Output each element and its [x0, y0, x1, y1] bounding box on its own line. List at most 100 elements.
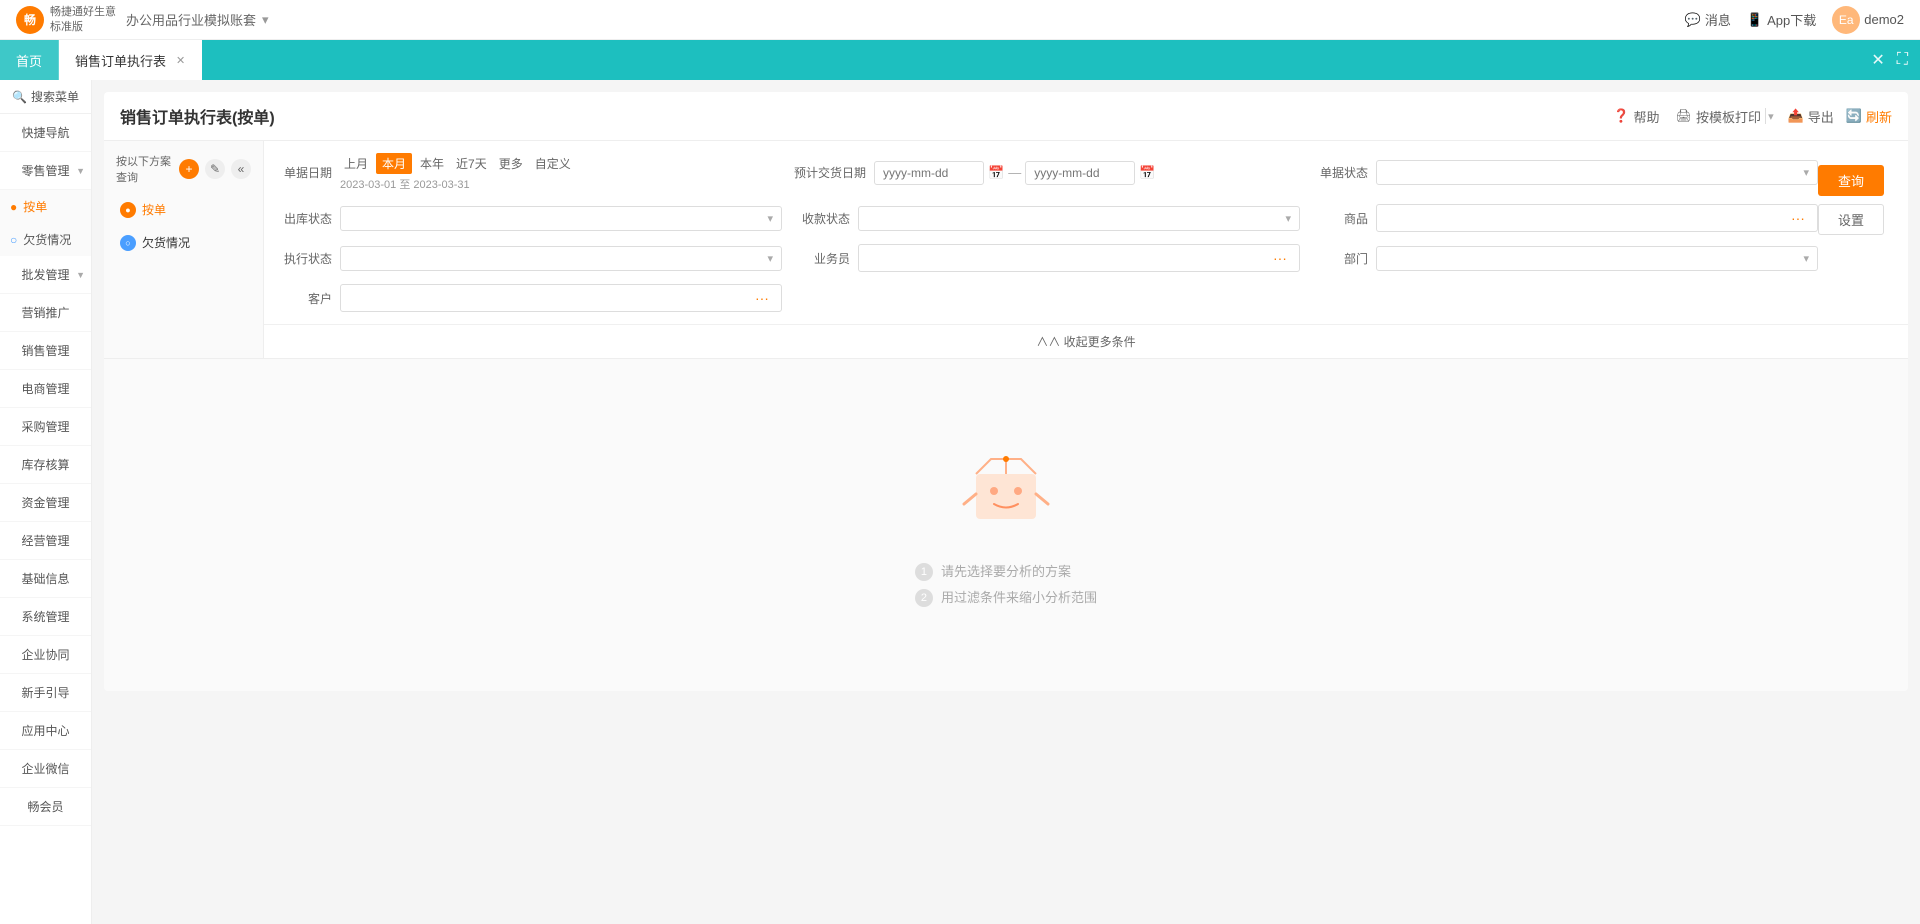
- filter-rows: 单据日期 上月 本月 本年 近7天 更多 自定义: [276, 153, 1818, 324]
- top-bar: 畅 畅捷通好生意 标准版 办公用品行业模拟账套 ▾ 💬 消息 📱 App下载 E…: [0, 0, 1920, 40]
- empty-illustration: [956, 439, 1056, 539]
- customer-more-icon[interactable]: ···: [751, 290, 773, 306]
- tab-home-label: 首页: [16, 51, 42, 70]
- sidebar-item-retail[interactable]: 零售管理: [0, 152, 91, 190]
- shipment-label: 出库状态: [276, 210, 332, 227]
- search-menu-item[interactable]: 🔍 搜索菜单: [0, 80, 91, 114]
- sidebar-item-newcomer[interactable]: 新手引导: [0, 674, 91, 712]
- cal-from-icon[interactable]: 📅: [988, 165, 1004, 181]
- print-icon: 🖨: [1676, 108, 1693, 124]
- sidebar-item-ecommerce[interactable]: 电商管理: [0, 370, 91, 408]
- dept-select[interactable]: ▾: [1376, 246, 1818, 271]
- dept-arrow-icon: ▾: [1803, 252, 1809, 265]
- exec-label: 执行状态: [276, 250, 332, 267]
- collapse-row[interactable]: ∧∧ 收起更多条件: [264, 324, 1908, 358]
- tab-close-icon[interactable]: ✕: [176, 54, 185, 67]
- export-button[interactable]: 📤 导出: [1788, 107, 1834, 126]
- payment-select[interactable]: ▾: [858, 206, 1300, 231]
- tab-home[interactable]: 首页: [0, 40, 59, 80]
- salesperson-more-icon[interactable]: ···: [1269, 250, 1291, 266]
- expected-date-label: 预计交货日期: [794, 164, 866, 181]
- date-tab-7days[interactable]: 近7天: [452, 153, 491, 174]
- empty-state-wrapper: 1 请先选择要分析的方案 2 用过滤条件来缩小分析范围: [104, 358, 1908, 691]
- scheme-debt-icon: ○: [120, 235, 136, 251]
- sidebar-item-enterprise[interactable]: 企业协同: [0, 636, 91, 674]
- scheme-item-debt[interactable]: ○ 欠货情况: [104, 226, 263, 259]
- user-avatar[interactable]: Ea demo2: [1832, 6, 1904, 34]
- filter-customer: 客户 ···: [276, 284, 782, 312]
- sidebar-sub-item-order[interactable]: ● 按单: [0, 190, 91, 223]
- expected-date-from-input[interactable]: [874, 161, 984, 185]
- sidebar-item-basic[interactable]: 基础信息: [0, 560, 91, 598]
- tab-sales-order-exec[interactable]: 销售订单执行表 ✕: [59, 40, 202, 80]
- product-more-icon[interactable]: ···: [1787, 210, 1809, 226]
- sidebar-item-inventory[interactable]: 库存核算: [0, 446, 91, 484]
- filter-payment: 收款状态 ▾: [794, 206, 1300, 231]
- sidebar-item-wholesale[interactable]: 批发管理: [0, 256, 91, 294]
- exec-arrow-icon: ▾: [767, 252, 773, 265]
- shipment-select[interactable]: ▾: [340, 206, 782, 231]
- date-tab-more[interactable]: 更多: [495, 153, 527, 174]
- filter-shipment: 出库状态 ▾: [276, 206, 782, 231]
- fullscreen-icon[interactable]: ⛶: [1897, 51, 1908, 69]
- sidebar-item-operation[interactable]: 经营管理: [0, 522, 91, 560]
- expected-date-to-input[interactable]: [1025, 161, 1135, 185]
- debt-icon: ○: [10, 233, 17, 247]
- query-button[interactable]: 查询: [1818, 165, 1884, 196]
- doc-status-select[interactable]: ▾: [1376, 160, 1818, 185]
- filter-rows-wrap: 单据日期 上月 本月 本年 近7天 更多 自定义: [264, 141, 1908, 324]
- tab-bar: 首页 销售订单执行表 ✕ ✕ ⛶: [0, 40, 1920, 80]
- print-dropdown-arrow[interactable]: ▾: [1765, 108, 1776, 124]
- date-label: 单据日期: [276, 164, 332, 181]
- date-tab-custom[interactable]: 自定义: [531, 153, 575, 174]
- app-download-button[interactable]: 📱 App下载: [1747, 10, 1816, 29]
- filter-product: 商品 ···: [1312, 204, 1818, 232]
- doc-status-label: 单据状态: [1312, 164, 1368, 181]
- collapse-scheme-icon[interactable]: «: [231, 159, 251, 179]
- logo-area: 畅 畅捷通好生意 标准版: [16, 5, 116, 34]
- breadcrumb: 办公用品行业模拟账套 ▾: [126, 10, 269, 29]
- sidebar-item-marketing[interactable]: 营销推广: [0, 294, 91, 332]
- print-button[interactable]: 🖨 按模板打印: [1672, 107, 1766, 126]
- sidebar-item-sales[interactable]: 销售管理: [0, 332, 91, 370]
- content-area: 销售订单执行表(按单) ❓ 帮助 🖨 按模板打印 ▾ 📤: [92, 80, 1920, 924]
- sidebar-item-finance[interactable]: 资金管理: [0, 484, 91, 522]
- edit-scheme-icon[interactable]: ✎: [205, 159, 225, 179]
- sidebar-item-quicknav[interactable]: 快捷导航: [0, 114, 91, 152]
- filter-row-2: 出库状态 ▾ 收款状态: [276, 204, 1818, 232]
- date-tab-this-month[interactable]: 本月: [376, 153, 412, 174]
- avatar: Ea: [1832, 6, 1860, 34]
- salesperson-select[interactable]: ···: [858, 244, 1300, 272]
- sidebar-item-member[interactable]: 畅会员: [0, 788, 91, 826]
- customer-select[interactable]: ···: [340, 284, 782, 312]
- refresh-button[interactable]: 🔄 刷新: [1846, 107, 1892, 126]
- filter-row-4: 客户 ···: [276, 284, 1818, 312]
- settings-button[interactable]: 设置: [1818, 204, 1884, 235]
- filter-exec-status: 执行状态 ▾: [276, 246, 782, 271]
- page-header-actions: ❓ 帮助 🖨 按模板打印 ▾ 📤 导出: [1613, 107, 1892, 126]
- help-button[interactable]: ❓ 帮助: [1613, 107, 1659, 126]
- exec-status-select[interactable]: ▾: [340, 246, 782, 271]
- product-select[interactable]: ···: [1376, 204, 1818, 232]
- sidebar-item-system[interactable]: 系统管理: [0, 598, 91, 636]
- close-tab-icon[interactable]: ✕: [1871, 50, 1884, 70]
- scheme-item-order[interactable]: ● 按单: [104, 193, 263, 226]
- sidebar-item-appcenter[interactable]: 应用中心: [0, 712, 91, 750]
- filter-row-1: 单据日期 上月 本月 本年 近7天 更多 自定义: [276, 153, 1818, 192]
- page-header: 销售订单执行表(按单) ❓ 帮助 🖨 按模板打印 ▾ 📤: [104, 92, 1908, 141]
- tab-right-actions: ✕ ⛶: [1859, 40, 1920, 80]
- date-tab-last-month[interactable]: 上月: [340, 153, 372, 174]
- empty-step-1: 1 请先选择要分析的方案: [915, 559, 1097, 585]
- sidebar-item-wechat[interactable]: 企业微信: [0, 750, 91, 788]
- payment-arrow-icon: ▾: [1285, 212, 1291, 225]
- date-tab-this-year[interactable]: 本年: [416, 153, 448, 174]
- print-button-group: 🖨 按模板打印 ▾: [1672, 107, 1776, 126]
- filter-main-area: 单据日期 上月 本月 本年 近7天 更多 自定义: [264, 141, 1908, 358]
- date-filter-group: 上月 本月 本年 近7天 更多 自定义 2023-03-01 至 2023-03…: [340, 153, 782, 192]
- breadcrumb-arrow-icon[interactable]: ▾: [262, 12, 269, 28]
- message-button[interactable]: 💬 消息: [1685, 10, 1731, 29]
- sidebar-sub-item-debt[interactable]: ○ 欠货情况: [0, 223, 91, 256]
- sidebar-item-purchase[interactable]: 采购管理: [0, 408, 91, 446]
- add-scheme-icon[interactable]: +: [179, 159, 199, 179]
- cal-to-icon[interactable]: 📅: [1139, 165, 1155, 181]
